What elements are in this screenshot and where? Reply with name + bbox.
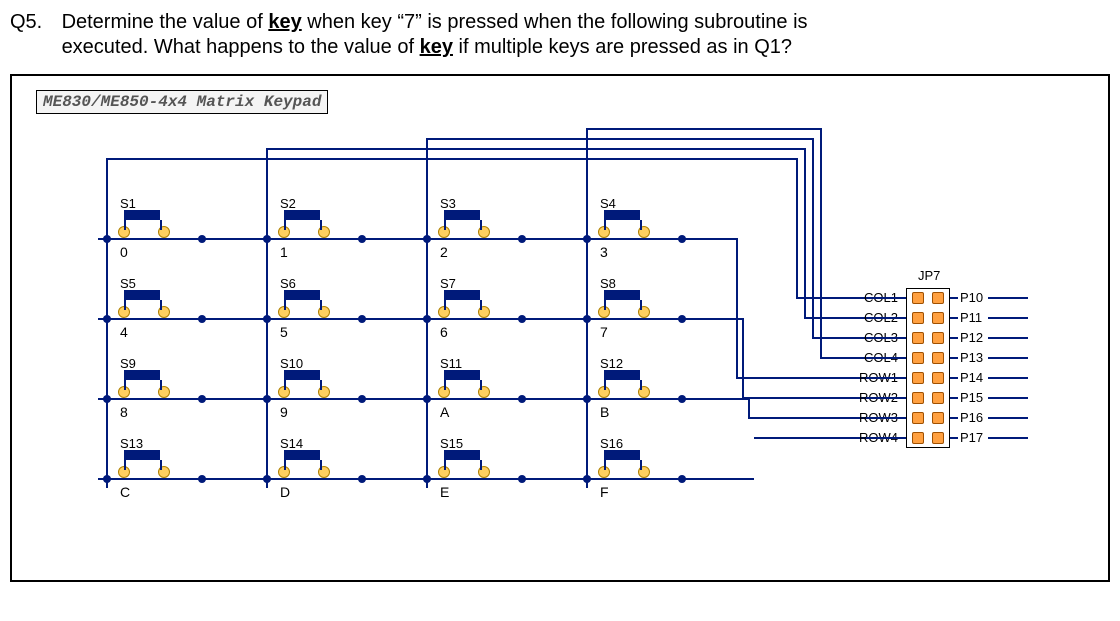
jp-pad-r-7 — [932, 432, 944, 444]
switch-key-S4: 3 — [600, 244, 608, 260]
switch-label-S13: S13 — [120, 436, 143, 451]
jp-pad-l-1 — [912, 312, 924, 324]
col-drop-2 — [812, 138, 814, 337]
jp-pad-r-0 — [932, 292, 944, 304]
row-drop-1 — [742, 318, 744, 397]
switch-cap-S6 — [284, 290, 320, 300]
jp-pad-r-2 — [932, 332, 944, 344]
jp-pad-r-1 — [932, 312, 944, 324]
question-text: Q5. Determine the value of key when key … — [10, 10, 1110, 60]
col-bus-1 — [266, 148, 804, 150]
col-drop-0 — [796, 158, 798, 297]
switch-cap-S9 — [124, 370, 160, 380]
switch-key-S10: 9 — [280, 404, 288, 420]
switch-cap-S16 — [604, 450, 640, 460]
diagram-frame: ME830/ME850-4x4 Matrix Keypad S10S21S32S… — [10, 74, 1110, 582]
col-wire-2 — [426, 138, 428, 488]
switch-cap-S15 — [444, 450, 480, 460]
switch-key-S13: C — [120, 484, 130, 500]
jp-pad-l-3 — [912, 352, 924, 364]
col-drop-1 — [804, 148, 806, 317]
switch-cap-S13 — [124, 450, 160, 460]
switch-label-S16: S16 — [600, 436, 623, 451]
jp-pad-l-2 — [912, 332, 924, 344]
switch-label-S4: S4 — [600, 196, 616, 211]
switch-label-S14: S14 — [280, 436, 303, 451]
col-drop-3 — [820, 128, 822, 357]
switch-key-S1: 0 — [120, 244, 128, 260]
col-wire-0 — [106, 158, 108, 488]
jp-pad-l-6 — [912, 412, 924, 424]
switch-label-S2: S2 — [280, 196, 296, 211]
col-bus-2 — [426, 138, 812, 140]
switch-cap-S2 — [284, 210, 320, 220]
switch-cap-S7 — [444, 290, 480, 300]
switch-label-S5: S5 — [120, 276, 136, 291]
switch-key-S8: 7 — [600, 324, 608, 340]
switch-cap-S11 — [444, 370, 480, 380]
switch-label-S3: S3 — [440, 196, 456, 211]
col-bus-0 — [106, 158, 796, 160]
switch-key-S5: 4 — [120, 324, 128, 340]
switch-label-S6: S6 — [280, 276, 296, 291]
switch-cap-S4 — [604, 210, 640, 220]
jp-pad-r-3 — [932, 352, 944, 364]
jp-pad-l-5 — [912, 392, 924, 404]
switch-key-S3: 2 — [440, 244, 448, 260]
jp-pad-r-5 — [932, 392, 944, 404]
switch-key-S14: D — [280, 484, 290, 500]
switch-label-S1: S1 — [120, 196, 136, 211]
switch-key-S9: 8 — [120, 404, 128, 420]
col-bus-3 — [586, 128, 820, 130]
jp-pad-l-0 — [912, 292, 924, 304]
row-drop-0 — [736, 238, 738, 377]
switch-key-S11: A — [440, 404, 449, 420]
jp-title: JP7 — [918, 268, 940, 283]
switch-label-S11: S11 — [440, 356, 462, 371]
jp-pad-r-6 — [932, 412, 944, 424]
switch-key-S2: 1 — [280, 244, 288, 260]
row-drop-2 — [748, 398, 750, 417]
switch-label-S15: S15 — [440, 436, 463, 451]
switch-label-S8: S8 — [600, 276, 616, 291]
switch-label-S10: S10 — [280, 356, 303, 371]
switch-label-S9: S9 — [120, 356, 136, 371]
switch-cap-S3 — [444, 210, 480, 220]
switch-label-S7: S7 — [440, 276, 456, 291]
switch-cap-S14 — [284, 450, 320, 460]
jp-pad-r-4 — [932, 372, 944, 384]
switch-label-S12: S12 — [600, 356, 623, 371]
row-to-jp-0 — [736, 377, 866, 379]
switch-key-S7: 6 — [440, 324, 448, 340]
switch-cap-S8 — [604, 290, 640, 300]
switch-key-S6: 5 — [280, 324, 288, 340]
switch-cap-S12 — [604, 370, 640, 380]
switch-key-S15: E — [440, 484, 449, 500]
q-label: Q5. — [10, 10, 56, 35]
switch-key-S12: B — [600, 404, 609, 420]
switch-cap-S1 — [124, 210, 160, 220]
switch-cap-S10 — [284, 370, 320, 380]
jp-pad-l-7 — [912, 432, 924, 444]
col-wire-3 — [586, 128, 588, 488]
jp-pad-l-4 — [912, 372, 924, 384]
diagram-title: ME830/ME850-4x4 Matrix Keypad — [36, 90, 328, 114]
switch-key-S16: F — [600, 484, 609, 500]
schematic-canvas: S10S21S32S43S54S65S76S87S98S109S11AS12BS… — [36, 118, 1076, 558]
switch-cap-S5 — [124, 290, 160, 300]
